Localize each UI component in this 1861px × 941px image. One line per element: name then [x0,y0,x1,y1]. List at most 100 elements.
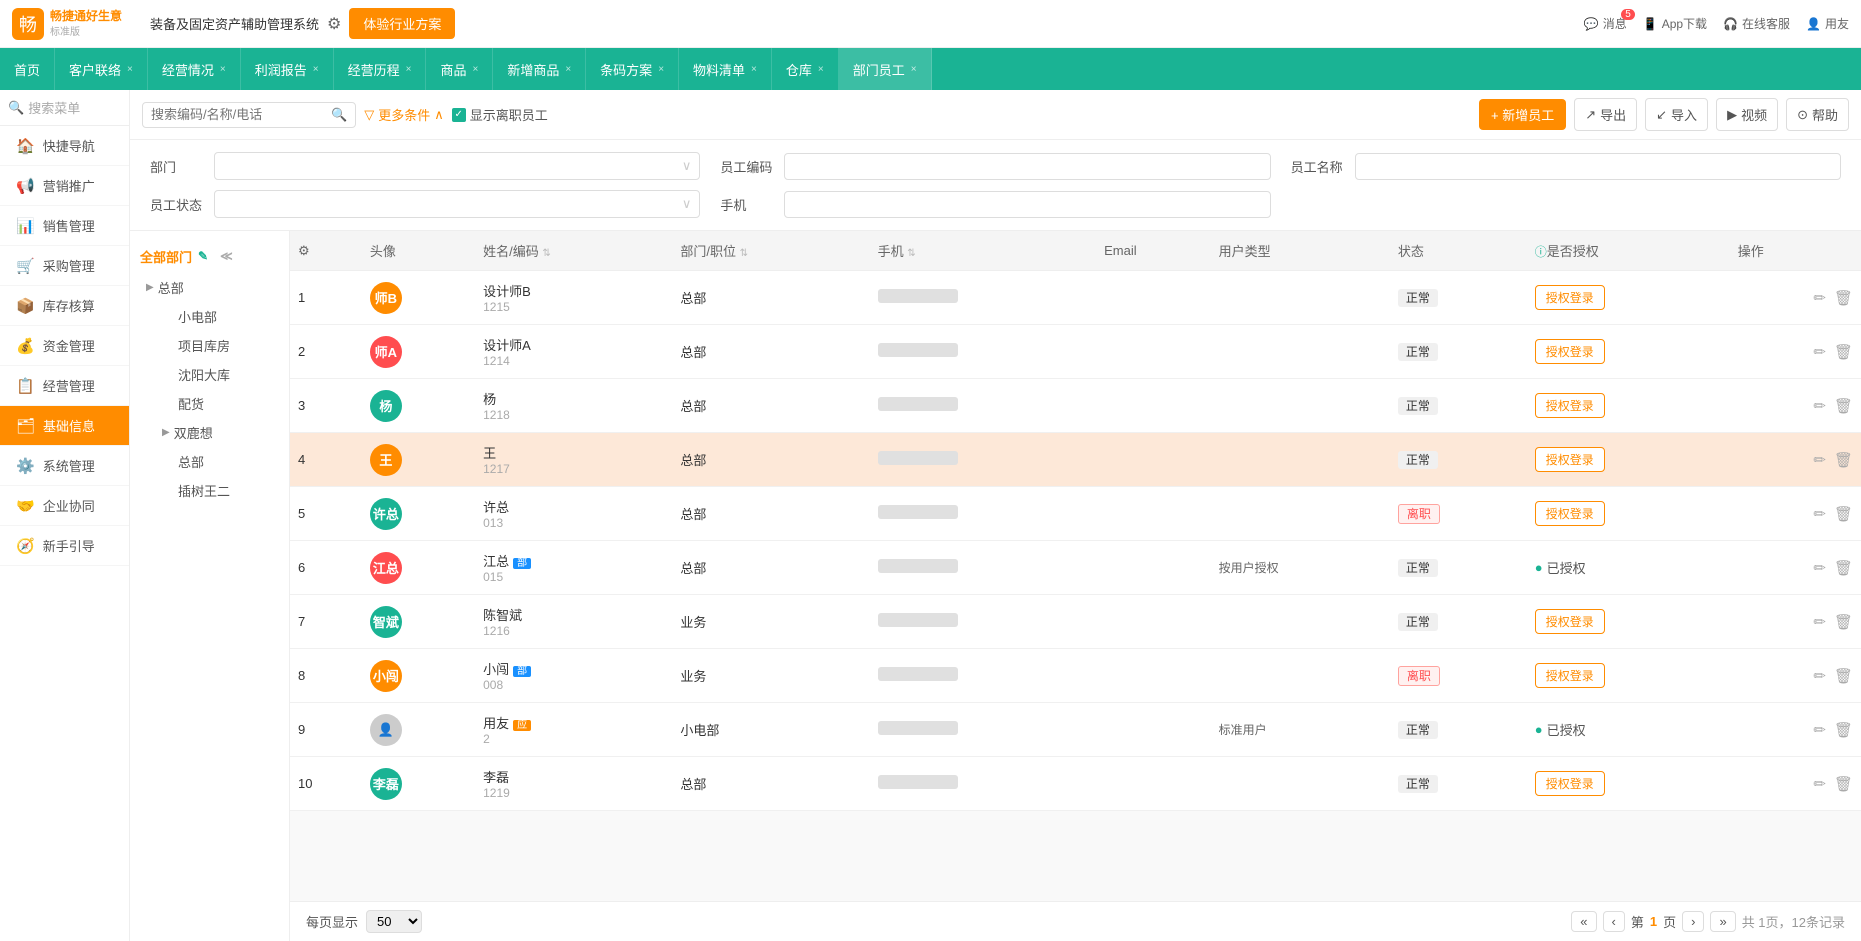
employee-code-input[interactable] [784,153,1270,180]
delete-button[interactable]: 🗑 [1834,613,1853,631]
dept-collapse-button[interactable]: ≪ [214,245,239,267]
nav-tab-部门员工[interactable]: 部门员工× [839,48,932,90]
prev-page-button[interactable]: ‹ [1603,911,1625,932]
sidebar-item-基础信息[interactable]: 🗂基础信息 [0,406,129,446]
edit-button[interactable]: ✏ [1813,775,1826,793]
edit-button[interactable]: ✏ [1813,397,1826,415]
close-tab-icon[interactable]: × [127,64,133,75]
sidebar-item-新手引导[interactable]: 🧭新手引导 [0,526,129,566]
delete-button[interactable]: 🗑 [1834,559,1853,577]
sidebar-item-采购管理[interactable]: 🛒采购管理 [0,246,129,286]
more-filter-button[interactable]: ▽ 更多条件 ∧ [364,105,444,124]
auth-button[interactable]: 授权登录 [1535,339,1605,364]
delete-button[interactable]: 🗑 [1834,397,1853,415]
delete-button[interactable]: 🗑 [1834,505,1853,523]
show-resigned-checkbox[interactable]: ✓ [452,108,466,122]
show-resigned-toggle[interactable]: ✓ 显示离职员工 [452,105,548,124]
sidebar-item-资金管理[interactable]: 💰资金管理 [0,326,129,366]
expand-arrow-icon[interactable]: ▶ [146,282,154,293]
auth-button[interactable]: 授权登录 [1535,663,1605,688]
export-button[interactable]: ↗ 导出 [1574,98,1637,131]
edit-button[interactable]: ✏ [1813,343,1826,361]
delete-button[interactable]: 🗑 [1834,721,1853,739]
close-tab-icon[interactable]: × [658,64,664,75]
delete-button[interactable]: 🗑 [1834,667,1853,685]
close-tab-icon[interactable]: × [818,64,824,75]
app-download-button[interactable]: 📱 App下载 [1643,15,1707,32]
sidebar-item-库存核算[interactable]: 📦库存核算 [0,286,129,326]
delete-button[interactable]: 🗑 [1834,289,1853,307]
auth-button[interactable]: 授权登录 [1535,447,1605,472]
edit-button[interactable]: ✏ [1813,613,1826,631]
employee-name-input[interactable] [1355,153,1841,180]
close-tab-icon[interactable]: × [565,64,571,75]
close-tab-icon[interactable]: × [911,64,917,75]
nav-tab-客户联络[interactable]: 客户联络× [55,48,148,90]
auth-button[interactable]: 授权登录 [1535,393,1605,418]
dept-item-项目库房[interactable]: 项目库房 [130,331,289,360]
col-header-phone[interactable]: 手机 ⇅ [870,231,1096,271]
edit-button[interactable]: ✏ [1813,505,1826,523]
close-tab-icon[interactable]: × [220,64,226,75]
delete-button[interactable]: 🗑 [1834,451,1853,469]
employee-status-select[interactable]: ∨ [214,190,700,218]
edit-button[interactable]: ✏ [1813,559,1826,577]
gear-icon[interactable]: ⚙ [327,14,341,34]
first-page-button[interactable]: « [1571,911,1596,932]
sidebar-item-快捷导航[interactable]: 🏠快捷导航 [0,126,129,166]
col-header-authorized[interactable]: ⓘ是否授权 [1527,231,1730,271]
col-header-name_code[interactable]: 姓名/编码 ⇅ [475,231,672,271]
nav-tab-经营历程[interactable]: 经营历程× [334,48,427,90]
dept-item-小电部[interactable]: 小电部 [130,302,289,331]
auth-button[interactable]: 授权登录 [1535,771,1605,796]
auth-button[interactable]: 授权登录 [1535,501,1605,526]
help-button[interactable]: ⊙ 帮助 [1786,98,1849,131]
nav-tab-利润报告[interactable]: 利润报告× [241,48,334,90]
sidebar-item-企业协同[interactable]: 🤝企业协同 [0,486,129,526]
per-page-select[interactable]: 50 20 100 [366,910,422,933]
last-page-button[interactable]: » [1710,911,1735,932]
nav-tab-物料清单[interactable]: 物料清单× [679,48,772,90]
nav-tab-商品[interactable]: 商品× [426,48,493,90]
sidebar-item-系统管理[interactable]: ⚙️系统管理 [0,446,129,486]
nav-tab-条码方案[interactable]: 条码方案× [586,48,679,90]
phone-filter-input[interactable] [784,191,1270,218]
edit-button[interactable]: ✏ [1813,289,1826,307]
nav-tab-经营情况[interactable]: 经营情况× [148,48,241,90]
user-button[interactable]: 👤 用友 [1806,15,1849,32]
add-employee-button[interactable]: + 新增员工 [1479,99,1566,130]
expand-arrow-icon[interactable]: ▶ [162,427,170,438]
message-button[interactable]: 💬 消息 5 [1584,15,1627,32]
view-button[interactable]: ▶ 视频 [1716,98,1778,131]
dept-item-总部[interactable]: ▶总部 [130,273,289,302]
experience-button[interactable]: 体验行业方案 [349,8,455,39]
delete-button[interactable]: 🗑 [1834,775,1853,793]
dept-filter-select[interactable]: ∨ [214,152,700,180]
next-page-button[interactable]: › [1682,911,1704,932]
col-header-dept_position[interactable]: 部门/职位 ⇅ [672,231,869,271]
import-button[interactable]: ↙ 导入 [1645,98,1708,131]
close-tab-icon[interactable]: × [313,64,319,75]
delete-button[interactable]: 🗑 [1834,343,1853,361]
close-tab-icon[interactable]: × [406,64,412,75]
close-tab-icon[interactable]: × [472,64,478,75]
auth-button[interactable]: 授权登录 [1535,609,1605,634]
edit-button[interactable]: ✏ [1813,451,1826,469]
info-icon[interactable]: ⓘ [1535,245,1547,259]
dept-item-双鹿想[interactable]: ▶双鹿想 [130,418,289,447]
auth-button[interactable]: 授权登录 [1535,285,1605,310]
nav-tab-新增商品[interactable]: 新增商品× [493,48,586,90]
nav-tab-首页[interactable]: 首页 [0,48,55,90]
nav-tab-仓库[interactable]: 仓库× [772,48,839,90]
dept-item-沈阳大库[interactable]: 沈阳大库 [130,360,289,389]
dept-item-插树王二[interactable]: 插树王二 [130,476,289,505]
sidebar-item-营销推广[interactable]: 📢营销推广 [0,166,129,206]
dept-edit-icon[interactable]: ✎ [198,249,208,263]
dept-all-header[interactable]: 全部部门✎≪ [130,239,289,273]
dept-item-总部[interactable]: 总部 [130,447,289,476]
edit-button[interactable]: ✏ [1813,667,1826,685]
dept-item-配货[interactable]: 配货 [130,389,289,418]
close-tab-icon[interactable]: × [751,64,757,75]
sidebar-item-销售管理[interactable]: 📊销售管理 [0,206,129,246]
online-service-button[interactable]: 🎧 在线客服 [1723,15,1790,32]
